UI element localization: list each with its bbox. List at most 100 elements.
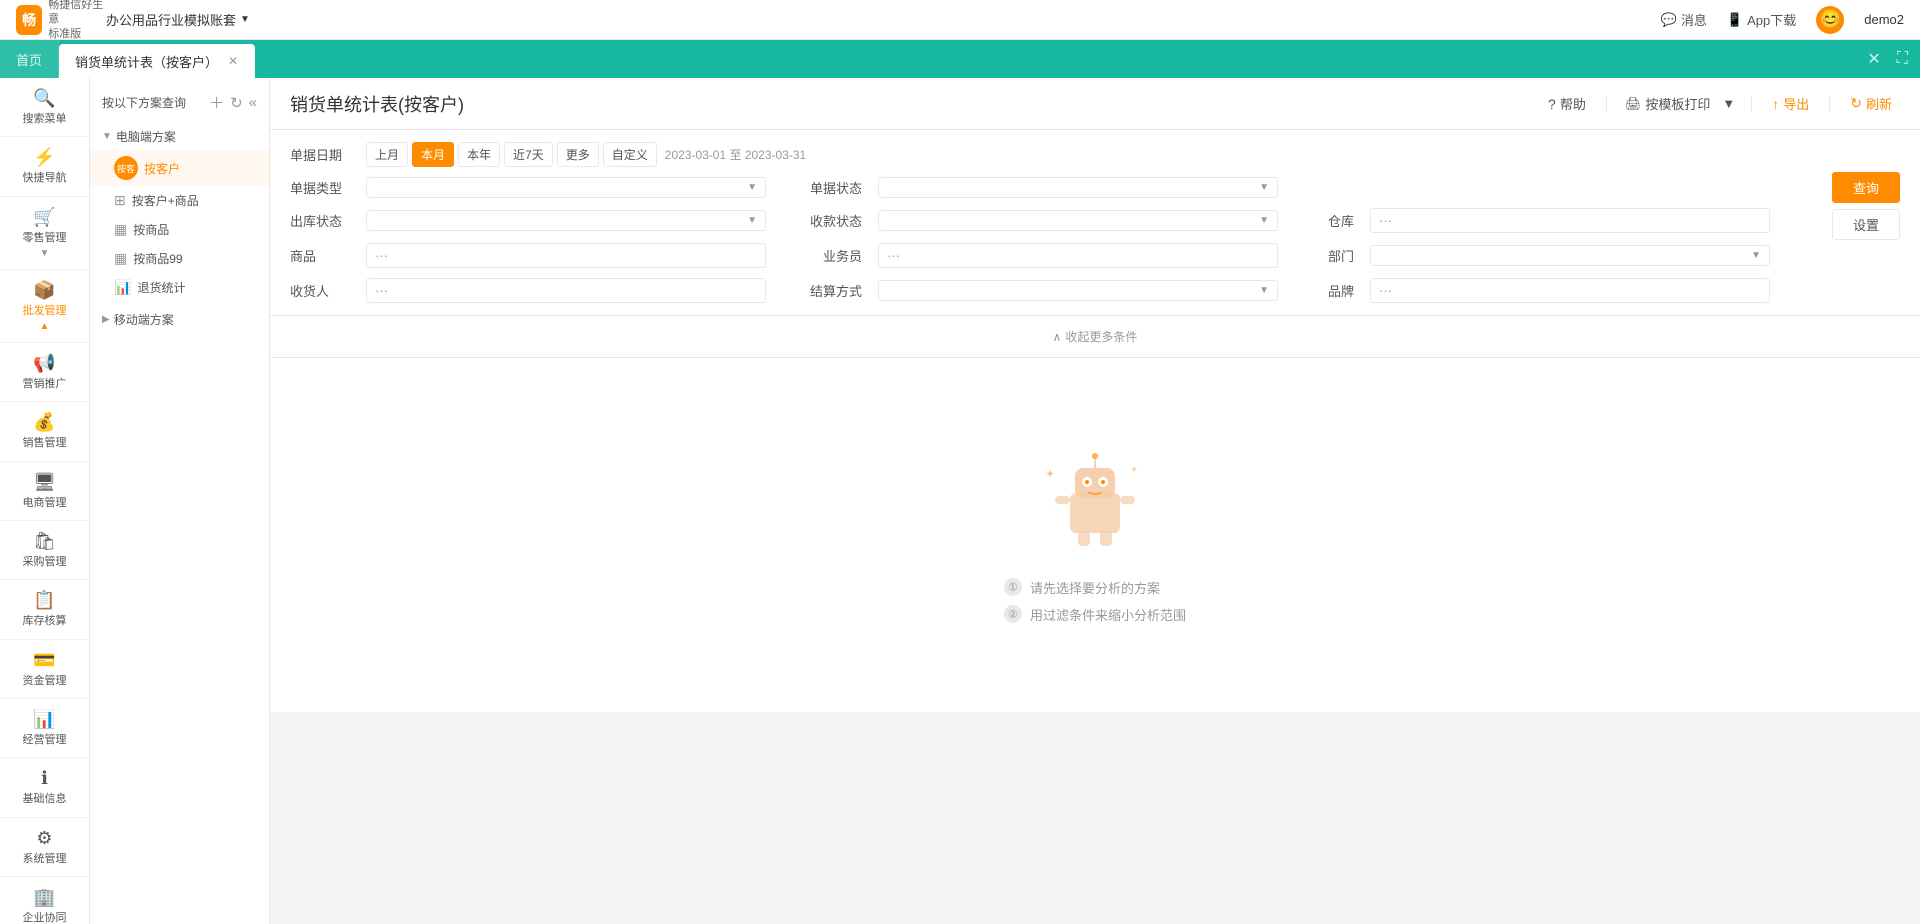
desktop-plan-group-header[interactable]: ▼ 电脑端方案 (90, 123, 269, 150)
refresh-label: 刷新 (1866, 94, 1892, 113)
sidebar-item-wholesale[interactable]: 📦 批发管理 ▲ (0, 270, 89, 343)
export-btn[interactable]: ↑ 导出 (1764, 90, 1817, 117)
divider-1 (1606, 96, 1607, 112)
settlement-select[interactable]: ▼ (878, 280, 1278, 301)
quick-nav-icon: ⚡ (33, 147, 55, 168)
out-status-select[interactable]: ▼ (366, 210, 766, 231)
sales-mgmt-icon: 💰 (33, 412, 55, 433)
empty-illustration: ✦ ✦ · (1035, 438, 1155, 558)
customer-product-icon: ⊞ (114, 192, 126, 209)
tip-num-2: ② (1004, 605, 1022, 623)
date-btn-this-month[interactable]: 本月 (412, 142, 454, 167)
basic-info-icon: ℹ (41, 768, 48, 789)
collapse-panel-icon[interactable]: « (249, 94, 257, 111)
help-btn[interactable]: ? 帮助 (1540, 90, 1594, 117)
top-bar-right: 💬 消息 📱 App下载 😊 demo2 (1661, 6, 1904, 34)
doc-status-select[interactable]: ▼ (878, 177, 1278, 198)
payment-select[interactable]: ▼ (878, 210, 1278, 231)
wholesale-expand-icon: ▲ (40, 321, 50, 332)
salesperson-select[interactable]: ··· (878, 243, 1278, 268)
ecom-icon: 🖥 (33, 472, 56, 493)
export-icon: ↑ (1772, 96, 1779, 112)
sidebar-item-sales-mgmt[interactable]: 💰 销售管理 (0, 402, 89, 461)
refresh-plan-icon[interactable]: ↻ (230, 94, 243, 112)
receiver-select[interactable]: ··· (366, 278, 766, 303)
print-btn[interactable]: 🖨 按模板打印 (1619, 90, 1717, 117)
sidebar-item-quick-nav[interactable]: ⚡ 快捷导航 (0, 137, 89, 196)
collapse-conditions-btn[interactable]: ∧ 收起更多条件 (1041, 324, 1150, 349)
add-plan-icon[interactable]: ＋ (209, 92, 224, 113)
tab-home-label: 首页 (16, 50, 42, 69)
product-select[interactable]: ··· (366, 243, 766, 268)
mobile-group-label: 移动端方案 (114, 311, 174, 328)
filter-row-doc: 单据类型 ▼ 单据状态 ▼ (290, 177, 1806, 198)
filter-row-receiver: 收货人 ··· 结算方式 ▼ 品牌 ··· (290, 278, 1806, 303)
app-download-btn[interactable]: 📱 App下载 (1727, 10, 1796, 29)
product-label: 商品 (290, 246, 350, 265)
window-close-btn[interactable]: ✕ (1863, 45, 1884, 73)
brand-select[interactable]: ··· (1370, 278, 1770, 303)
plan-item-label: 按客户+商品 (132, 192, 199, 209)
warehouse-select[interactable]: ··· (1370, 208, 1770, 233)
divider-2 (1751, 96, 1752, 112)
warehouse-text: ··· (1379, 213, 1392, 228)
plan-item-label: 按客户 (144, 160, 180, 177)
doc-status-dropdown-icon: ▼ (1259, 182, 1269, 193)
print-dropdown-arrow[interactable]: ▼ (1718, 92, 1739, 115)
tab-sales-stat[interactable]: 销货单统计表（按客户） ✕ (59, 44, 255, 78)
inventory-icon: 📋 (33, 590, 55, 611)
plan-item-by-customer[interactable]: 按客 按客户 (90, 150, 269, 186)
collapse-bar: ∧ 收起更多条件 (270, 316, 1920, 358)
sidebar-item-system[interactable]: ⚙ 系统管理 (0, 818, 89, 877)
payment-dropdown-icon: ▼ (1259, 215, 1269, 226)
window-maximize-btn[interactable]: ⛶ (1893, 46, 1912, 72)
salesperson-text: ··· (887, 248, 900, 263)
plan-item-label: 退货统计 (137, 279, 185, 296)
sidebar-item-enterprise[interactable]: 🏢 企业协同 (0, 877, 89, 924)
plan-item-return-stat[interactable]: 📊 退货统计 (90, 273, 269, 302)
svg-text:✦: ✦ (1045, 467, 1055, 481)
message-btn[interactable]: 💬 消息 (1661, 10, 1707, 29)
tab-close-icon[interactable]: ✕ (228, 54, 238, 68)
sidebar-item-finance[interactable]: 💳 资金管理 (0, 640, 89, 699)
tab-home[interactable]: 首页 (0, 40, 59, 78)
sidebar-item-ops[interactable]: 📊 经营管理 (0, 699, 89, 758)
export-label: 导出 (1783, 94, 1809, 113)
sidebar-item-search[interactable]: 🔍 搜索菜单 (0, 78, 89, 137)
plan-item-by-product-99[interactable]: ▦ 按商品99 (90, 244, 269, 273)
sidebar-item-marketing[interactable]: 📢 营销推广 (0, 343, 89, 402)
plan-item-by-product[interactable]: ▦ 按商品 (90, 215, 269, 244)
sidebar-item-inventory[interactable]: 📋 库存核算 (0, 580, 89, 639)
user-avatar[interactable]: 😊 (1816, 6, 1844, 34)
department-select[interactable]: ▼ (1370, 245, 1770, 266)
sidebar-item-basic-info[interactable]: ℹ 基础信息 (0, 758, 89, 817)
doc-type-select[interactable]: ▼ (366, 177, 766, 198)
mobile-plan-group-header[interactable]: ▶ 移动端方案 (90, 306, 269, 333)
date-btn-this-year[interactable]: 本年 (458, 142, 500, 167)
date-btn-custom[interactable]: 自定义 (603, 142, 657, 167)
left-panel-actions: ＋ ↻ « (209, 92, 257, 113)
sidebar-item-purchase[interactable]: 🛍 采购管理 (0, 521, 89, 580)
filter-row-status: 出库状态 ▼ 收款状态 ▼ 仓库 ··· (290, 208, 1806, 233)
app-title: 办公用品行业模拟账套 ▼ (106, 10, 1661, 29)
wholesale-icon: 📦 (33, 280, 55, 301)
main-layout: 🔍 搜索菜单 ⚡ 快捷导航 🛒 零售管理 ▼ 📦 批发管理 ▲ 📢 营销推广 💰… (0, 78, 1920, 924)
page-title: 销货单统计表(按客户) (290, 91, 464, 117)
date-btn-last-7[interactable]: 近7天 (504, 142, 553, 167)
app-title-dropdown-icon[interactable]: ▼ (240, 14, 250, 25)
ops-icon: 📊 (33, 709, 55, 730)
refresh-btn[interactable]: ↻ 刷新 (1842, 90, 1900, 117)
query-button[interactable]: 查询 (1832, 172, 1900, 203)
filter-area: 单据日期 上月 本月 本年 近7天 更多 自定义 2023-03-01 至 20… (270, 130, 1920, 316)
collapse-label: 收起更多条件 (1065, 328, 1137, 345)
sidebar-item-retail[interactable]: 🛒 零售管理 ▼ (0, 197, 89, 270)
settings-button[interactable]: 设置 (1832, 209, 1900, 240)
purchase-icon: 🛍 (33, 531, 56, 552)
date-btn-more[interactable]: 更多 (557, 142, 599, 167)
by-customer-dot: 按客 (114, 156, 138, 180)
filter-row-date: 单据日期 上月 本月 本年 近7天 更多 自定义 2023-03-01 至 20… (290, 142, 1806, 167)
sidebar-item-ecom[interactable]: 🖥 电商管理 (0, 462, 89, 521)
user-name[interactable]: demo2 (1864, 12, 1904, 27)
date-btn-last-month[interactable]: 上月 (366, 142, 408, 167)
plan-item-by-customer-product[interactable]: ⊞ 按客户+商品 (90, 186, 269, 215)
